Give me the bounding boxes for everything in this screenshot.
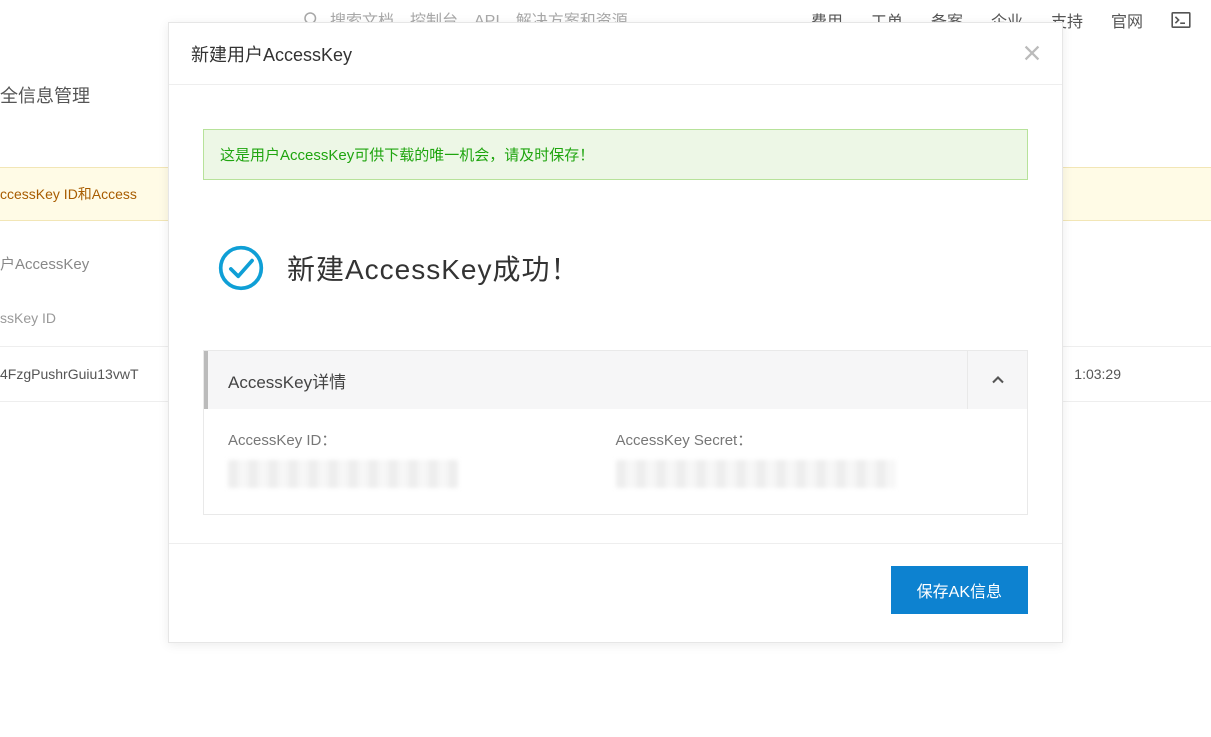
accordion-body: AccessKey ID： AccessKey Secret：: [204, 409, 1027, 514]
save-ak-button[interactable]: 保存AK信息: [891, 566, 1028, 614]
close-icon: [1021, 42, 1043, 64]
chevron-up-icon: [988, 370, 1008, 390]
row-id: 4FzgPushrGuiu13vwT: [0, 366, 139, 382]
section-title: 户AccessKey: [0, 253, 89, 274]
success-message: 新建AccessKey成功！: [203, 244, 1028, 292]
accordion-toggle[interactable]: [967, 351, 1027, 409]
accordion-header[interactable]: AccessKey详情: [204, 351, 1027, 409]
warning-text: ccessKey ID和Access: [0, 184, 137, 204]
check-circle-icon: [217, 244, 265, 292]
accesskey-id-label: AccessKey ID：: [228, 429, 616, 450]
accesskey-details-panel: AccessKey详情 AccessKey ID： AccessKey Secr…: [203, 350, 1028, 515]
column-header-id: ssKey ID: [0, 310, 56, 326]
accesskey-id-value: [228, 460, 458, 488]
accesskey-secret-field: AccessKey Secret：: [616, 429, 1004, 488]
dialog-header: 新建用户AccessKey: [169, 23, 1062, 85]
accesskey-id-field: AccessKey ID：: [228, 429, 616, 488]
dialog-footer: 保存AK信息: [169, 543, 1062, 642]
dialog-title: 新建用户AccessKey: [191, 41, 352, 67]
success-text: 新建AccessKey成功！: [287, 248, 580, 288]
dialog-body: 这是用户AccessKey可供下载的唯一机会，请及时保存！ 新建AccessKe…: [169, 129, 1062, 515]
alert-text: 这是用户AccessKey可供下载的唯一机会，请及时保存！: [220, 147, 594, 164]
nav-official[interactable]: 官网: [1111, 8, 1143, 32]
close-button[interactable]: [1016, 37, 1048, 69]
row-time: 1:03:29: [1074, 366, 1121, 382]
download-warning-alert: 这是用户AccessKey可供下载的唯一机会，请及时保存！: [203, 129, 1028, 180]
page-title: 全信息管理: [0, 82, 90, 108]
accesskey-secret-label: AccessKey Secret：: [616, 429, 1004, 450]
accesskey-secret-value: [616, 460, 896, 488]
create-accesskey-dialog: 新建用户AccessKey 这是用户AccessKey可供下载的唯一机会，请及时…: [168, 22, 1063, 643]
accordion-title: AccessKey详情: [228, 368, 346, 393]
cloudshell-icon[interactable]: [1171, 12, 1191, 28]
